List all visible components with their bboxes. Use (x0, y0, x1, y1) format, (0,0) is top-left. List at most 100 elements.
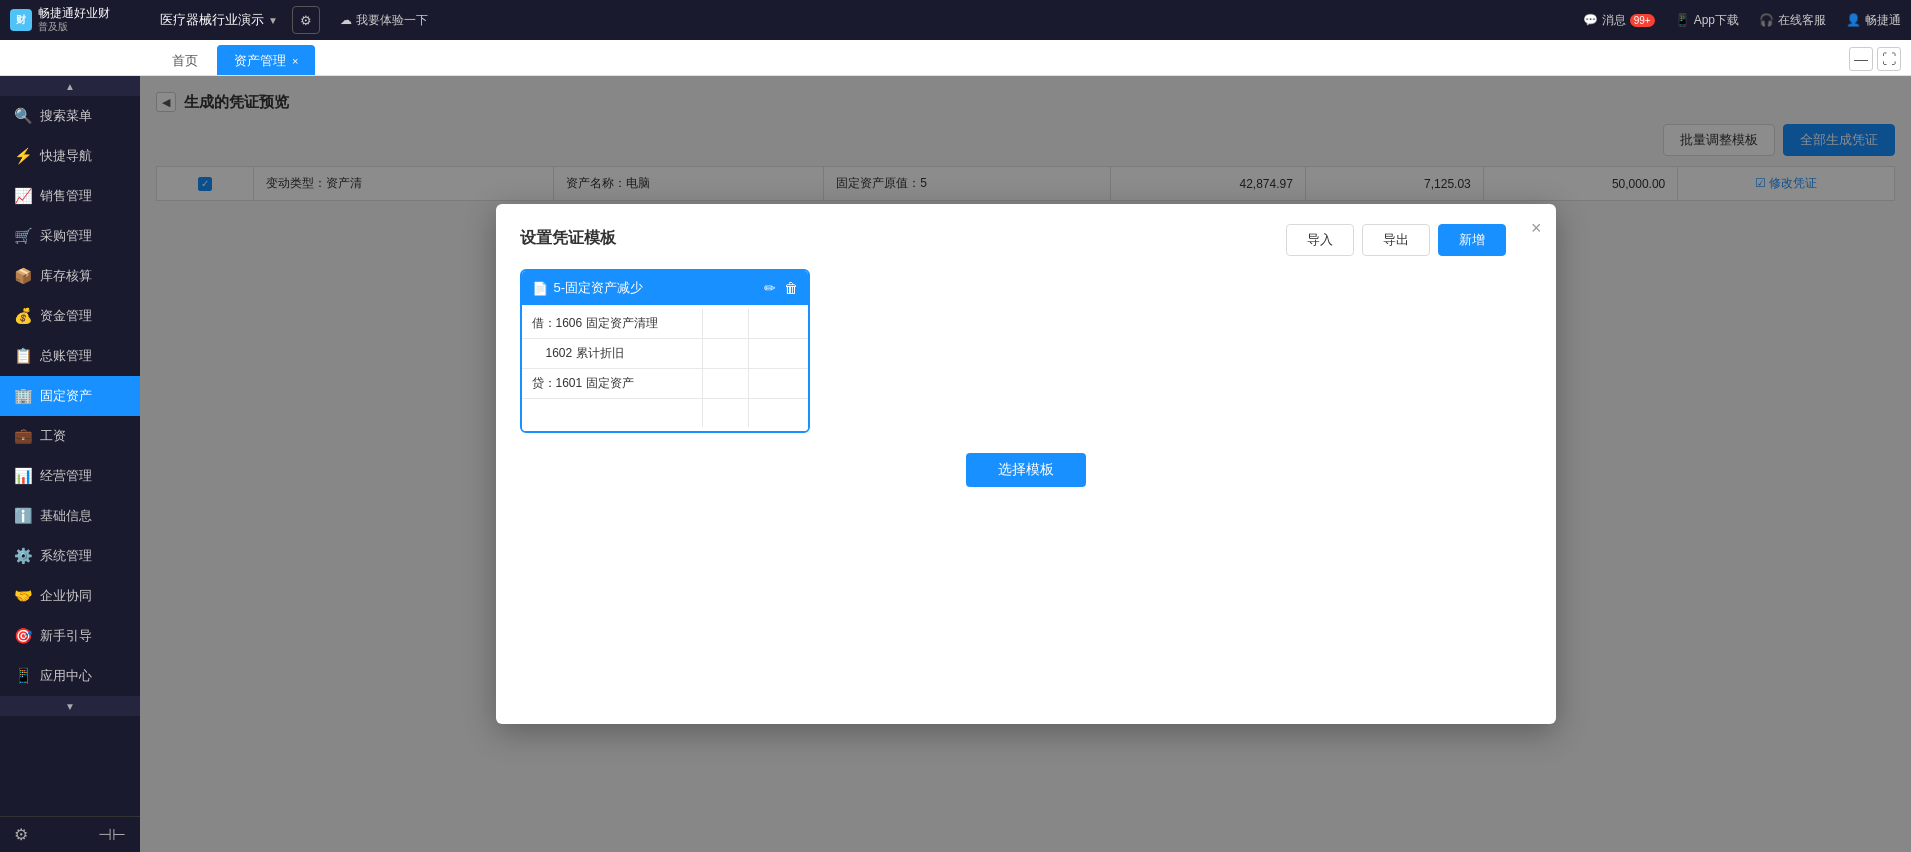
quick-nav-icon: ⚡ (14, 147, 32, 165)
sidebar-item-quick-nav[interactable]: ⚡ 快捷导航 (0, 136, 140, 176)
select-template-button[interactable]: 选择模板 (966, 453, 1086, 487)
basic-info-icon: ℹ️ (14, 507, 32, 525)
cloud-experience-button[interactable]: ☁ 我要体验一下 (340, 12, 428, 29)
inventory-icon: 📦 (14, 267, 32, 285)
template-doc-icon: 📄 (532, 281, 548, 296)
message-icon: 💬 (1583, 13, 1598, 27)
cloud-icon: ☁ (340, 13, 352, 27)
online-service-button[interactable]: 🎧 在线客服 (1759, 12, 1826, 29)
sidebar-item-app-center[interactable]: 📱 应用中心 (0, 656, 140, 696)
sidebar-item-tutorial[interactable]: 🎯 新手引导 (0, 616, 140, 656)
modal-close-button[interactable]: × (1531, 218, 1542, 239)
sidebar-item-search[interactable]: 🔍 搜索菜单 (0, 96, 140, 136)
debit-amount-2 (702, 339, 748, 368)
online-service-label: 在线客服 (1778, 12, 1826, 29)
tab-asset-management[interactable]: 资产管理 × (217, 45, 315, 75)
message-button[interactable]: 💬 消息 99+ (1583, 12, 1655, 29)
collapse-sidebar-icon[interactable]: ⊣⊢ (98, 825, 126, 844)
sidebar-item-basic-info[interactable]: ℹ️ 基础信息 (0, 496, 140, 536)
template-delete-icon[interactable]: 🗑 (784, 280, 798, 296)
sidebar-item-finance[interactable]: 💰 资金管理 (0, 296, 140, 336)
tab-close-icon[interactable]: × (292, 55, 298, 67)
fixed-assets-icon: 🏢 (14, 387, 32, 405)
collab-icon: 🤝 (14, 587, 32, 605)
search-icon: 🔍 (14, 107, 32, 125)
modal-dialog: × 设置凭证模板 导入 导出 新增 📄 5-固定资产减少 (496, 204, 1556, 724)
export-button[interactable]: 导出 (1362, 224, 1430, 256)
sidebar-label-app-center: 应用中心 (40, 667, 92, 685)
sidebar-label-purchase: 采购管理 (40, 227, 92, 245)
sidebar-item-inventory[interactable]: 📦 库存核算 (0, 256, 140, 296)
debit-amount-1 (702, 309, 748, 338)
finance-icon: 💰 (14, 307, 32, 325)
app-download-button[interactable]: 📱 App下载 (1675, 12, 1739, 29)
tab-maximize-button[interactable]: ⛶ (1877, 47, 1901, 71)
purchase-icon: 🛒 (14, 227, 32, 245)
sidebar-item-purchase[interactable]: 🛒 采购管理 (0, 216, 140, 256)
logo-icon: 财 (10, 9, 32, 31)
tab-asset-label: 资产管理 (234, 52, 286, 70)
sidebar-label-fixed-assets: 固定资产 (40, 387, 92, 405)
app-download-label: App下载 (1694, 12, 1739, 29)
empty-amount2 (748, 399, 808, 427)
import-button[interactable]: 导入 (1286, 224, 1354, 256)
template-title-area: 📄 5-固定资产减少 (532, 279, 644, 297)
sidebar-item-operations[interactable]: 📊 经营管理 (0, 456, 140, 496)
modal-toolbar: 导入 导出 新增 (1286, 224, 1506, 256)
template-debit-row-2: 1602 累计折旧 (522, 339, 808, 369)
logo-name: 畅捷通好业财 (38, 6, 110, 20)
template-edit-icon[interactable]: ✏ (764, 280, 776, 296)
logo-area: 财 畅捷通好业财 普及版 (10, 6, 150, 34)
username-label: 畅捷通 (1865, 12, 1901, 29)
template-empty-row (522, 399, 808, 427)
sidebar-item-system[interactable]: ⚙️ 系统管理 (0, 536, 140, 576)
sidebar-label-inventory: 库存核算 (40, 267, 92, 285)
service-icon: 🎧 (1759, 13, 1774, 27)
sidebar-item-fixed-assets[interactable]: 🏢 固定资产 (0, 376, 140, 416)
settings-button[interactable]: ⚙ (292, 6, 320, 34)
sidebar-label-search: 搜索菜单 (40, 107, 92, 125)
empty-amount (702, 399, 748, 427)
sidebar-label-finance: 资金管理 (40, 307, 92, 325)
download-icon: 📱 (1675, 13, 1690, 27)
message-label: 消息 (1602, 12, 1626, 29)
sidebar-label-sales: 销售管理 (40, 187, 92, 205)
sidebar-scroll-up[interactable]: ▲ (0, 76, 140, 96)
user-icon: 👤 (1846, 13, 1861, 27)
template-card-body: 借：1606 固定资产清理 1602 累计折旧 贷：1601 固定资产 (522, 305, 808, 431)
sidebar-item-ledger[interactable]: 📋 总账管理 (0, 336, 140, 376)
template-grid: 📄 5-固定资产减少 ✏ 🗑 借：1606 固定资产清理 (520, 269, 1532, 433)
empty-label (522, 399, 702, 427)
sidebar-label-quick-nav: 快捷导航 (40, 147, 92, 165)
credit-debit-amount (702, 369, 748, 398)
sidebar-item-sales[interactable]: 📈 销售管理 (0, 176, 140, 216)
sales-icon: 📈 (14, 187, 32, 205)
sidebar-scroll-down[interactable]: ▼ (0, 696, 140, 716)
bottom-settings-icon[interactable]: ⚙ (14, 825, 28, 844)
user-profile-button[interactable]: 👤 畅捷通 (1846, 12, 1901, 29)
logo-sub: 普及版 (38, 20, 110, 34)
company-selector[interactable]: 医疗器械行业演示 ▼ (150, 7, 288, 33)
tab-home[interactable]: 首页 (155, 45, 215, 75)
sidebar-label-collab: 企业协同 (40, 587, 92, 605)
sidebar: ▲ 🔍 搜索菜单 ⚡ 快捷导航 📈 销售管理 🛒 采购管理 📦 库存核算 💰 资… (0, 76, 140, 852)
system-icon: ⚙️ (14, 547, 32, 565)
message-badge: 99+ (1630, 14, 1655, 27)
header-right: 💬 消息 99+ 📱 App下载 🎧 在线客服 👤 畅捷通 (1583, 12, 1901, 29)
sidebar-label-basic-info: 基础信息 (40, 507, 92, 525)
tab-minimize-button[interactable]: — (1849, 47, 1873, 71)
sidebar-item-payroll[interactable]: 💼 工资 (0, 416, 140, 456)
sidebar-bottom: ⚙ ⊣⊢ (0, 816, 140, 852)
sidebar-label-system: 系统管理 (40, 547, 92, 565)
tab-bar-right: — ⛶ (1849, 47, 1911, 75)
credit-amount-1 (748, 309, 808, 338)
template-card: 📄 5-固定资产减少 ✏ 🗑 借：1606 固定资产清理 (520, 269, 810, 433)
debit-label-2: 1602 累计折旧 (522, 339, 702, 368)
operations-icon: 📊 (14, 467, 32, 485)
sidebar-item-collab[interactable]: 🤝 企业协同 (0, 576, 140, 616)
credit-credit-amount (748, 369, 808, 398)
template-debit-row-1: 借：1606 固定资产清理 (522, 309, 808, 339)
cloud-text: 我要体验一下 (356, 12, 428, 29)
new-template-button[interactable]: 新增 (1438, 224, 1506, 256)
template-card-header: 📄 5-固定资产减少 ✏ 🗑 (522, 271, 808, 305)
